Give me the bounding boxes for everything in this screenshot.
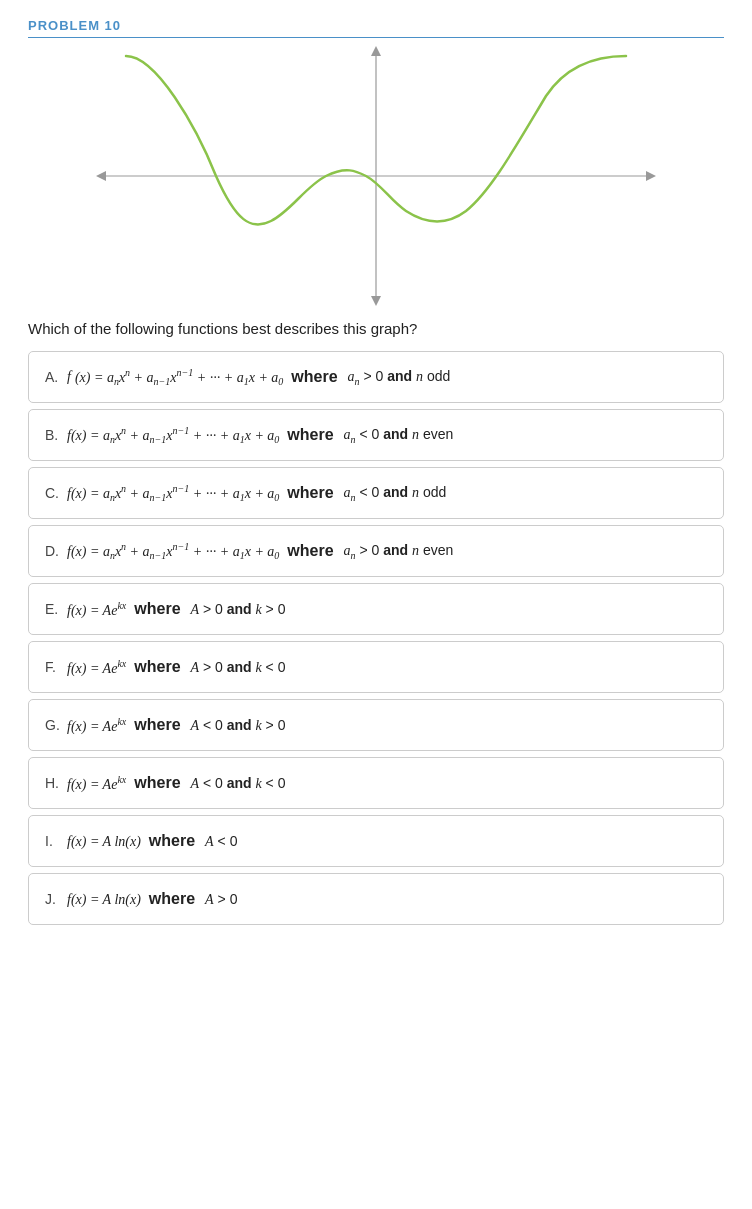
option-j-where: where bbox=[149, 887, 195, 911]
problem-header: PROBLEM 10 bbox=[28, 18, 724, 38]
option-j-letter: J. bbox=[45, 891, 67, 907]
option-g-letter: G. bbox=[45, 717, 67, 733]
option-b-condition: an < 0 and n even bbox=[344, 424, 454, 447]
option-f-content: f(x) = Aekx where A > 0 and k < 0 bbox=[67, 655, 285, 679]
option-a-condition: an > 0 and n odd bbox=[348, 366, 451, 389]
graph-container bbox=[28, 46, 724, 306]
option-d[interactable]: D. f(x) = anxn + an−1xn−1 + ··· + a1x + … bbox=[28, 525, 724, 577]
option-g-condition: A < 0 and k > 0 bbox=[191, 715, 286, 736]
svg-marker-1 bbox=[646, 171, 656, 181]
option-i-condition: A < 0 bbox=[205, 831, 237, 852]
option-g-content: f(x) = Aekx where A < 0 and k > 0 bbox=[67, 713, 285, 737]
option-h-where: where bbox=[134, 771, 180, 795]
option-a[interactable]: A. f(x) = anxn + an−1xn−1 + ··· + a1x + … bbox=[28, 351, 724, 403]
option-e[interactable]: E. f(x) = Aekx where A > 0 and k > 0 bbox=[28, 583, 724, 635]
option-c-content: f(x) = anxn + an−1xn−1 + ··· + a1x + a0 … bbox=[67, 481, 446, 505]
option-e-condition: A > 0 and k > 0 bbox=[191, 599, 286, 620]
option-e-content: f(x) = Aekx where A > 0 and k > 0 bbox=[67, 597, 285, 621]
option-a-where: where bbox=[291, 365, 337, 389]
svg-marker-5 bbox=[371, 296, 381, 306]
option-c-where: where bbox=[287, 481, 333, 505]
option-h-letter: H. bbox=[45, 775, 67, 791]
option-b-letter: B. bbox=[45, 427, 67, 443]
option-d-condition: an > 0 and n even bbox=[344, 540, 454, 563]
option-j[interactable]: J. f(x) = A ln(x) where A > 0 bbox=[28, 873, 724, 925]
svg-marker-4 bbox=[371, 46, 381, 56]
option-a-letter: A. bbox=[45, 369, 67, 385]
svg-marker-2 bbox=[96, 171, 106, 181]
option-j-condition: A > 0 bbox=[205, 889, 237, 910]
option-f-letter: F. bbox=[45, 659, 67, 675]
option-b[interactable]: B. f(x) = anxn + an−1xn−1 + ··· + a1x + … bbox=[28, 409, 724, 461]
option-a-formula: f bbox=[67, 366, 71, 387]
option-i-content: f(x) = A ln(x) where A < 0 bbox=[67, 829, 237, 853]
option-c-letter: C. bbox=[45, 485, 67, 501]
option-g[interactable]: G. f(x) = Aekx where A < 0 and k > 0 bbox=[28, 699, 724, 751]
option-e-letter: E. bbox=[45, 601, 67, 617]
option-g-where: where bbox=[134, 713, 180, 737]
option-b-where: where bbox=[287, 423, 333, 447]
option-f-condition: A > 0 and k < 0 bbox=[191, 657, 286, 678]
option-i-letter: I. bbox=[45, 833, 67, 849]
option-b-content: f(x) = anxn + an−1xn−1 + ··· + a1x + a0 … bbox=[67, 423, 453, 447]
option-d-content: f(x) = anxn + an−1xn−1 + ··· + a1x + a0 … bbox=[67, 539, 453, 563]
option-j-content: f(x) = A ln(x) where A > 0 bbox=[67, 887, 237, 911]
options-container: A. f(x) = anxn + an−1xn−1 + ··· + a1x + … bbox=[28, 351, 724, 925]
option-i[interactable]: I. f(x) = A ln(x) where A < 0 bbox=[28, 815, 724, 867]
option-a-content: f(x) = anxn + an−1xn−1 + ··· + a1x + a0 … bbox=[67, 365, 450, 389]
question-text: Which of the following functions best de… bbox=[28, 320, 724, 337]
option-h-condition: A < 0 and k < 0 bbox=[191, 773, 286, 794]
option-d-where: where bbox=[287, 539, 333, 563]
option-f-where: where bbox=[134, 655, 180, 679]
option-h-content: f(x) = Aekx where A < 0 and k < 0 bbox=[67, 771, 285, 795]
option-c[interactable]: C. f(x) = anxn + an−1xn−1 + ··· + a1x + … bbox=[28, 467, 724, 519]
page-container: PROBLEM 10 Which of the following functi… bbox=[0, 0, 752, 953]
option-d-letter: D. bbox=[45, 543, 67, 559]
option-f[interactable]: F. f(x) = Aekx where A > 0 and k < 0 bbox=[28, 641, 724, 693]
option-e-where: where bbox=[134, 597, 180, 621]
option-h[interactable]: H. f(x) = Aekx where A < 0 and k < 0 bbox=[28, 757, 724, 809]
graph-svg bbox=[96, 46, 656, 306]
option-c-condition: an < 0 and n odd bbox=[344, 482, 447, 505]
option-i-where: where bbox=[149, 829, 195, 853]
